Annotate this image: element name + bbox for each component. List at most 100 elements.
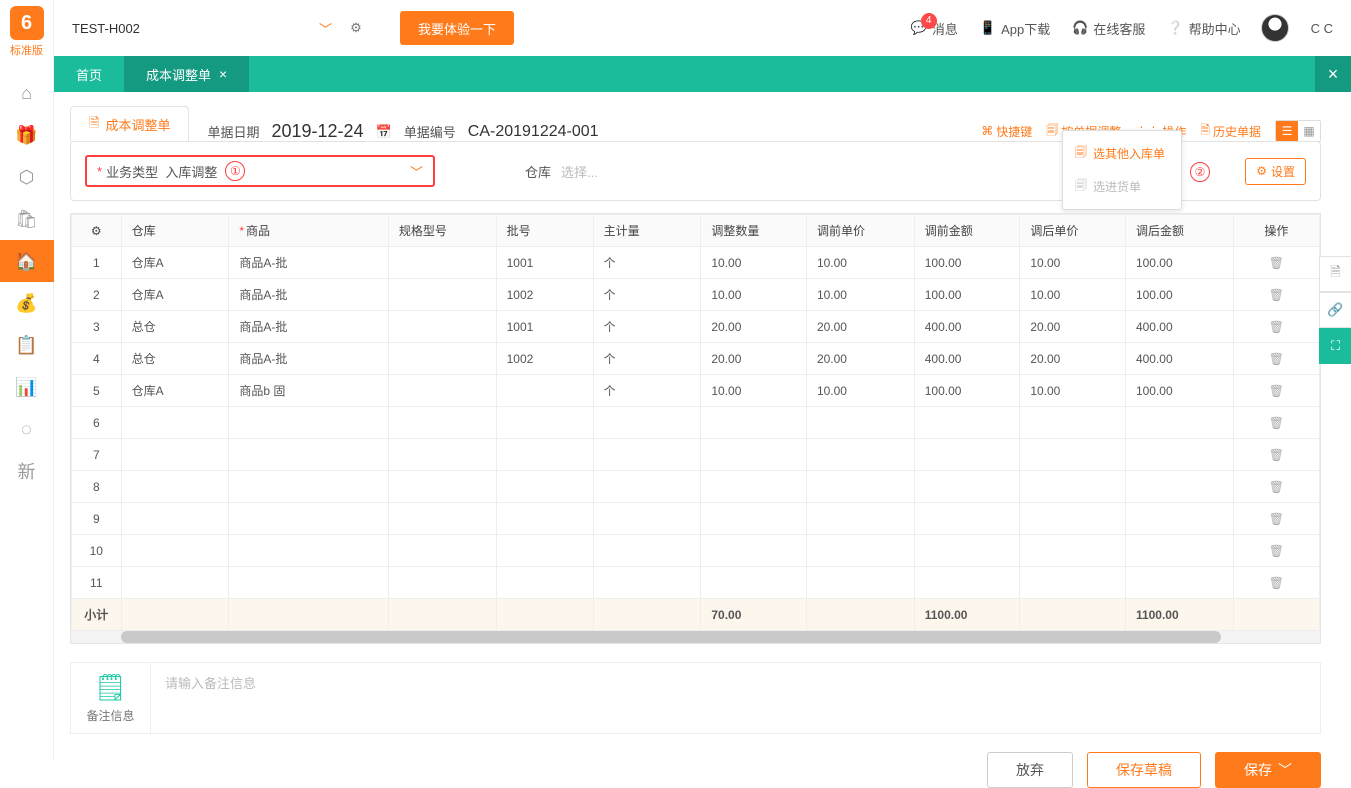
- cell-warehouse[interactable]: [121, 535, 229, 567]
- cell-price-after[interactable]: [1020, 407, 1126, 439]
- cell-amt-after[interactable]: [1125, 503, 1233, 535]
- cell-batch[interactable]: [496, 439, 593, 471]
- delete-icon[interactable]: 🗑: [1269, 512, 1284, 526]
- cell-product[interactable]: [229, 439, 389, 471]
- cell-warehouse[interactable]: 仓库A: [121, 247, 229, 279]
- cell-qty[interactable]: [701, 567, 807, 599]
- cell-price-before[interactable]: 10.00: [806, 375, 914, 407]
- cell-price-before[interactable]: [806, 439, 914, 471]
- nav-new-icon[interactable]: 新: [0, 450, 54, 492]
- cell-batch[interactable]: [496, 407, 593, 439]
- table-row[interactable]: 11🗑: [72, 567, 1320, 599]
- cell-amt-before[interactable]: 100.00: [914, 279, 1020, 311]
- cell-amt-before[interactable]: 400.00: [914, 343, 1020, 375]
- cell-price-before[interactable]: 20.00: [806, 311, 914, 343]
- cell-spec[interactable]: [388, 375, 496, 407]
- table-row[interactable]: 4总仓商品A-批1002个20.0020.00400.0020.00400.00…: [72, 343, 1320, 375]
- header-app-download[interactable]: 📱App下载: [980, 19, 1050, 38]
- cell-qty[interactable]: 10.00: [701, 375, 807, 407]
- calendar-icon[interactable]: 📅: [376, 124, 392, 140]
- cell-price-after[interactable]: [1020, 503, 1126, 535]
- cell-amt-after[interactable]: 100.00: [1125, 247, 1233, 279]
- delete-icon[interactable]: 🗑: [1269, 352, 1284, 366]
- save-button[interactable]: 保存 ﹀: [1215, 752, 1321, 788]
- cell-batch[interactable]: [496, 567, 593, 599]
- cell-price-before[interactable]: [806, 503, 914, 535]
- cell-batch[interactable]: [496, 535, 593, 567]
- cell-product[interactable]: [229, 471, 389, 503]
- cell-qty[interactable]: [701, 439, 807, 471]
- table-row[interactable]: 10🗑: [72, 535, 1320, 567]
- cell-batch[interactable]: [496, 503, 593, 535]
- cell-spec[interactable]: [388, 439, 496, 471]
- cell-spec[interactable]: [388, 471, 496, 503]
- nav-house-icon[interactable]: ⬡: [0, 156, 54, 198]
- save-draft-button[interactable]: 保存草稿: [1087, 752, 1201, 788]
- cell-warehouse[interactable]: [121, 471, 229, 503]
- nav-report-icon[interactable]: 📊: [0, 366, 54, 408]
- cell-unit[interactable]: [593, 535, 701, 567]
- cell-price-before[interactable]: 10.00: [806, 279, 914, 311]
- cell-price-after[interactable]: 10.00: [1020, 375, 1126, 407]
- cell-price-after[interactable]: [1020, 567, 1126, 599]
- tab-cost-adjust[interactable]: 成本调整单 ×: [124, 56, 249, 92]
- remark-input[interactable]: 请输入备注信息: [151, 663, 1320, 733]
- cell-unit[interactable]: [593, 439, 701, 471]
- header-messages[interactable]: 💬 4 消息: [911, 19, 958, 38]
- cell-amt-after[interactable]: 400.00: [1125, 311, 1233, 343]
- cell-spec[interactable]: [388, 247, 496, 279]
- action-history[interactable]: 🗎 历史单据: [1200, 121, 1261, 142]
- tabstrip-close-icon[interactable]: ×: [1315, 56, 1351, 92]
- action-hotkey[interactable]: ⌘ 快捷键: [981, 123, 1032, 140]
- cell-price-after[interactable]: 10.00: [1020, 279, 1126, 311]
- cell-amt-after[interactable]: [1125, 535, 1233, 567]
- cell-qty[interactable]: [701, 535, 807, 567]
- table-row[interactable]: 9🗑: [72, 503, 1320, 535]
- cell-price-before[interactable]: [806, 535, 914, 567]
- cell-batch[interactable]: 1001: [496, 311, 593, 343]
- delete-icon[interactable]: 🗑: [1269, 480, 1284, 494]
- cell-qty[interactable]: [701, 503, 807, 535]
- popup-other-inbound[interactable]: 🗐 选其他入库单: [1063, 137, 1181, 170]
- view-grid-icon[interactable]: ▦: [1298, 121, 1320, 141]
- delete-icon[interactable]: 🗑: [1269, 416, 1284, 430]
- header-support[interactable]: 🎧在线客服: [1072, 19, 1145, 38]
- float-link-icon[interactable]: 🔗: [1319, 292, 1351, 328]
- cell-price-before[interactable]: [806, 407, 914, 439]
- cell-amt-before[interactable]: [914, 503, 1020, 535]
- cell-spec[interactable]: [388, 535, 496, 567]
- cell-qty[interactable]: 20.00: [701, 343, 807, 375]
- cell-unit[interactable]: 个: [593, 279, 701, 311]
- cell-amt-after[interactable]: 100.00: [1125, 279, 1233, 311]
- cell-amt-before[interactable]: [914, 439, 1020, 471]
- cell-product[interactable]: [229, 535, 389, 567]
- cell-amt-after[interactable]: [1125, 407, 1233, 439]
- cell-batch[interactable]: [496, 375, 593, 407]
- cell-unit[interactable]: [593, 407, 701, 439]
- cell-amt-before[interactable]: [914, 567, 1020, 599]
- header-help[interactable]: ❔帮助中心: [1167, 19, 1240, 38]
- view-list-icon[interactable]: ☰: [1276, 121, 1298, 141]
- cell-product[interactable]: 商品b 固: [229, 375, 389, 407]
- table-row[interactable]: 8🗑: [72, 471, 1320, 503]
- cell-amt-before[interactable]: [914, 535, 1020, 567]
- table-row[interactable]: 1仓库A商品A-批1001个10.0010.00100.0010.00100.0…: [72, 247, 1320, 279]
- cell-product[interactable]: [229, 407, 389, 439]
- cell-price-after[interactable]: [1020, 439, 1126, 471]
- delete-icon[interactable]: 🗑: [1269, 384, 1284, 398]
- discard-button[interactable]: 放弃: [987, 752, 1073, 788]
- cell-warehouse[interactable]: 总仓: [121, 343, 229, 375]
- nav-bag-icon[interactable]: 🛍: [0, 198, 54, 240]
- table-row[interactable]: 2仓库A商品A-批1002个10.0010.00100.0010.00100.0…: [72, 279, 1320, 311]
- cell-amt-before[interactable]: 100.00: [914, 375, 1020, 407]
- nav-money-icon[interactable]: 💰: [0, 282, 54, 324]
- cell-amt-after[interactable]: 400.00: [1125, 343, 1233, 375]
- cell-spec[interactable]: [388, 311, 496, 343]
- cell-warehouse[interactable]: [121, 407, 229, 439]
- nav-warehouse-icon[interactable]: 🏠: [0, 240, 54, 282]
- cell-qty[interactable]: 20.00: [701, 311, 807, 343]
- header-username[interactable]: C C: [1311, 21, 1333, 36]
- cell-spec[interactable]: [388, 567, 496, 599]
- tenant-select[interactable]: TEST-H002 ﹀: [72, 12, 332, 44]
- cell-price-after[interactable]: [1020, 535, 1126, 567]
